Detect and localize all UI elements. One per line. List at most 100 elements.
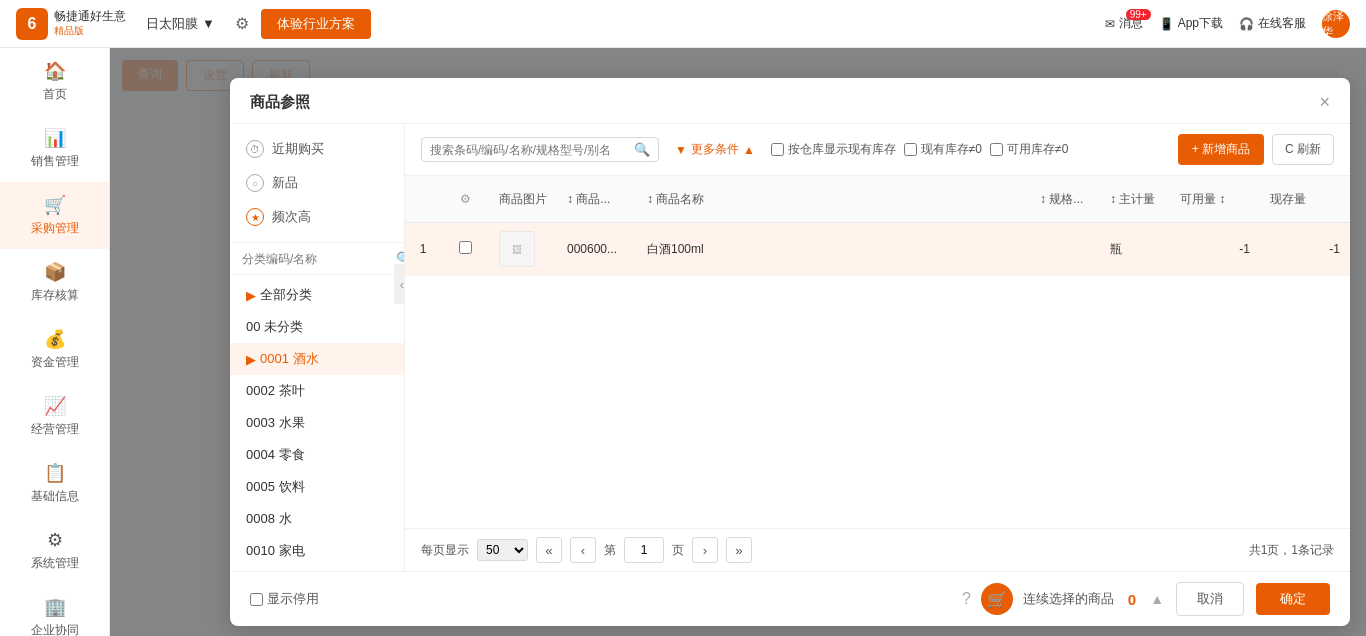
sidebar-label-finance: 资金管理 xyxy=(31,354,79,371)
purchase-icon: 🛒 xyxy=(44,194,66,216)
sidebar-item-finance[interactable]: 💰 资金管理 xyxy=(0,316,109,383)
cart-icon-button[interactable]: 🛒 xyxy=(981,583,1013,615)
messages-nav[interactable]: ✉ 消息 99+ xyxy=(1105,15,1143,32)
cart-area: ? 🛒 连续选择的商品 0 ▲ xyxy=(962,583,1164,615)
category-0003[interactable]: 0003 水果 xyxy=(230,407,404,439)
sidebar-item-sales[interactable]: 📊 销售管理 xyxy=(0,115,109,182)
enterprise-icon: 🏢 xyxy=(44,596,66,618)
available-stock-label: 可用库存≠0 xyxy=(1007,141,1068,158)
category-0005[interactable]: 0005 饮料 xyxy=(230,471,404,503)
product-table-wrapper: ⚙ 商品图片 ↕ 商品... ↕ 商品名称 xyxy=(405,176,1350,528)
gear-icon[interactable]: ⚙ xyxy=(235,14,249,33)
table-row[interactable]: 1 🖼 000600... xyxy=(405,223,1350,276)
category-0002[interactable]: 0002 茶叶 xyxy=(230,375,404,407)
messages-badge: 99+ xyxy=(1126,9,1151,20)
online-service-nav[interactable]: 🎧 在线客服 xyxy=(1239,15,1306,32)
category-0010[interactable]: 0010 家电 xyxy=(230,535,404,567)
prev-page-button[interactable]: ‹ xyxy=(570,537,596,563)
available-stock-checkbox[interactable] xyxy=(990,143,1003,156)
col-header-stock[interactable]: 现存量 xyxy=(1260,176,1350,223)
cancel-button[interactable]: 取消 xyxy=(1176,582,1244,616)
dialog-close-button[interactable]: × xyxy=(1319,92,1330,113)
first-page-button[interactable]: « xyxy=(536,537,562,563)
user-menu[interactable]: 徐泽华 xyxy=(1322,10,1350,38)
row-checkbox[interactable] xyxy=(441,223,489,276)
category-list: ▶ 全部分类 00 未分类 ▶ 0001 酒水 0002 茶叶 xyxy=(230,275,404,571)
col-header-code[interactable]: ↕ 商品... xyxy=(557,176,637,223)
dialog-left-panel: ⏱ 近期购买 ○ 新品 ★ 频次高 xyxy=(230,124,405,571)
sidebar-item-enterprise[interactable]: 🏢 企业协同 xyxy=(0,584,109,636)
current-page-input[interactable] xyxy=(624,537,664,563)
category-all[interactable]: ▶ 全部分类 xyxy=(230,279,404,311)
collapse-panel-button[interactable]: ‹‹ xyxy=(394,264,405,304)
row-unit: 瓶 xyxy=(1100,223,1170,276)
row-img: 🖼 xyxy=(489,223,557,276)
confirm-button[interactable]: 确定 xyxy=(1256,583,1330,615)
cart-label: 连续选择的商品 xyxy=(1023,590,1114,608)
existing-stock-checkbox[interactable] xyxy=(904,143,917,156)
page-total-info: 共1页，1条记录 xyxy=(1249,542,1334,559)
filter-up-icon: ▲ xyxy=(743,143,755,157)
category-0004[interactable]: 0004 零食 xyxy=(230,439,404,471)
chevron-up-icon[interactable]: ▲ xyxy=(1150,591,1164,607)
sidebar-item-basic[interactable]: 📋 基础信息 xyxy=(0,450,109,517)
basic-icon: 📋 xyxy=(44,462,66,484)
more-filter-button[interactable]: ▼ 更多条件 ▲ xyxy=(667,137,763,162)
per-page-label: 每页显示 xyxy=(421,542,469,559)
frequent-nav[interactable]: ★ 频次高 xyxy=(230,200,404,234)
dialog-header: 商品参照 × xyxy=(230,78,1350,124)
content-area: 查询 设置 刷新 商品参照 × ⏱ xyxy=(110,48,1366,636)
col-header-avail[interactable]: 可用量 ↕ xyxy=(1170,176,1260,223)
nav-selector[interactable]: 日太阳膜 ▼ xyxy=(138,11,223,37)
app-download-nav[interactable]: 📱 App下载 xyxy=(1159,15,1223,32)
logo-area: 6 畅捷通好生意 精品版 xyxy=(16,8,126,40)
sales-icon: 📊 xyxy=(44,127,66,149)
new-product-nav[interactable]: ○ 新品 xyxy=(230,166,404,200)
search-submit-icon[interactable]: 🔍 xyxy=(634,142,650,157)
sidebar-item-purchase[interactable]: 🛒 采购管理 xyxy=(0,182,109,249)
help-icon[interactable]: ? xyxy=(962,590,971,608)
row-stock: -1 xyxy=(1260,223,1350,276)
app-download-label: App下载 xyxy=(1178,15,1223,32)
refresh-button[interactable]: C 刷新 xyxy=(1272,134,1334,165)
operation-icon: 📈 xyxy=(44,395,66,417)
next-page-button[interactable]: › xyxy=(692,537,718,563)
col-header-img[interactable]: 商品图片 xyxy=(489,176,557,223)
home-icon: 🏠 xyxy=(44,60,66,82)
col-header-spec[interactable]: ↕ 规格... xyxy=(1030,176,1100,223)
per-page-select[interactable]: 50 10 20 100 xyxy=(477,539,528,561)
show-disabled-checkbox[interactable] xyxy=(250,593,263,606)
sidebar-item-inventory[interactable]: 📦 库存核算 xyxy=(0,249,109,316)
table-settings-icon[interactable]: ⚙ xyxy=(451,185,479,213)
product-image: 🖼 xyxy=(499,231,535,267)
col-header-name[interactable]: ↕ 商品名称 xyxy=(637,176,1030,223)
product-search-input[interactable] xyxy=(430,143,630,157)
last-page-button[interactable]: » xyxy=(726,537,752,563)
category-0008[interactable]: 0008 水 xyxy=(230,503,404,535)
recent-purchase-nav[interactable]: ⏱ 近期购买 xyxy=(230,132,404,166)
warehouse-stock-checkbox[interactable] xyxy=(771,143,784,156)
row-code: 000600... xyxy=(557,223,637,276)
brand-name: 畅捷通好生意 xyxy=(54,9,126,23)
quick-nav: ⏱ 近期购买 ○ 新品 ★ 频次高 xyxy=(230,124,404,243)
dialog-right-panel: 🔍 ▼ 更多条件 ▲ 按仓库显示现有库存 xyxy=(405,124,1350,571)
category-0001[interactable]: ▶ 0001 酒水 xyxy=(230,343,404,375)
sidebar-item-operation[interactable]: 📈 经营管理 xyxy=(0,383,109,450)
show-disabled-checkbox-label[interactable]: 显示停用 xyxy=(250,590,319,608)
col-header-unit[interactable]: ↕ 主计量 xyxy=(1100,176,1170,223)
row-avail: -1 xyxy=(1170,223,1260,276)
add-product-button[interactable]: + 新增商品 xyxy=(1178,134,1264,165)
edition-label: 精品版 xyxy=(54,24,126,38)
warehouse-stock-label: 按仓库显示现有库存 xyxy=(788,141,896,158)
trial-btn[interactable]: 体验行业方案 xyxy=(261,9,371,39)
checkbox-available-stock[interactable]: 可用库存≠0 xyxy=(990,141,1068,158)
category-00[interactable]: 00 未分类 xyxy=(230,311,404,343)
sidebar-label-sales: 销售管理 xyxy=(31,153,79,170)
sidebar-item-system[interactable]: ⚙ 系统管理 xyxy=(0,517,109,584)
category-search-input[interactable] xyxy=(242,252,392,266)
sidebar-item-home[interactable]: 🏠 首页 xyxy=(0,48,109,115)
row-select-checkbox[interactable] xyxy=(459,241,472,254)
checkbox-warehouse-stock[interactable]: 按仓库显示现有库存 xyxy=(771,141,896,158)
checkbox-existing-stock[interactable]: 现有库存≠0 xyxy=(904,141,982,158)
active-arrow-icon: ▶ xyxy=(246,352,256,367)
